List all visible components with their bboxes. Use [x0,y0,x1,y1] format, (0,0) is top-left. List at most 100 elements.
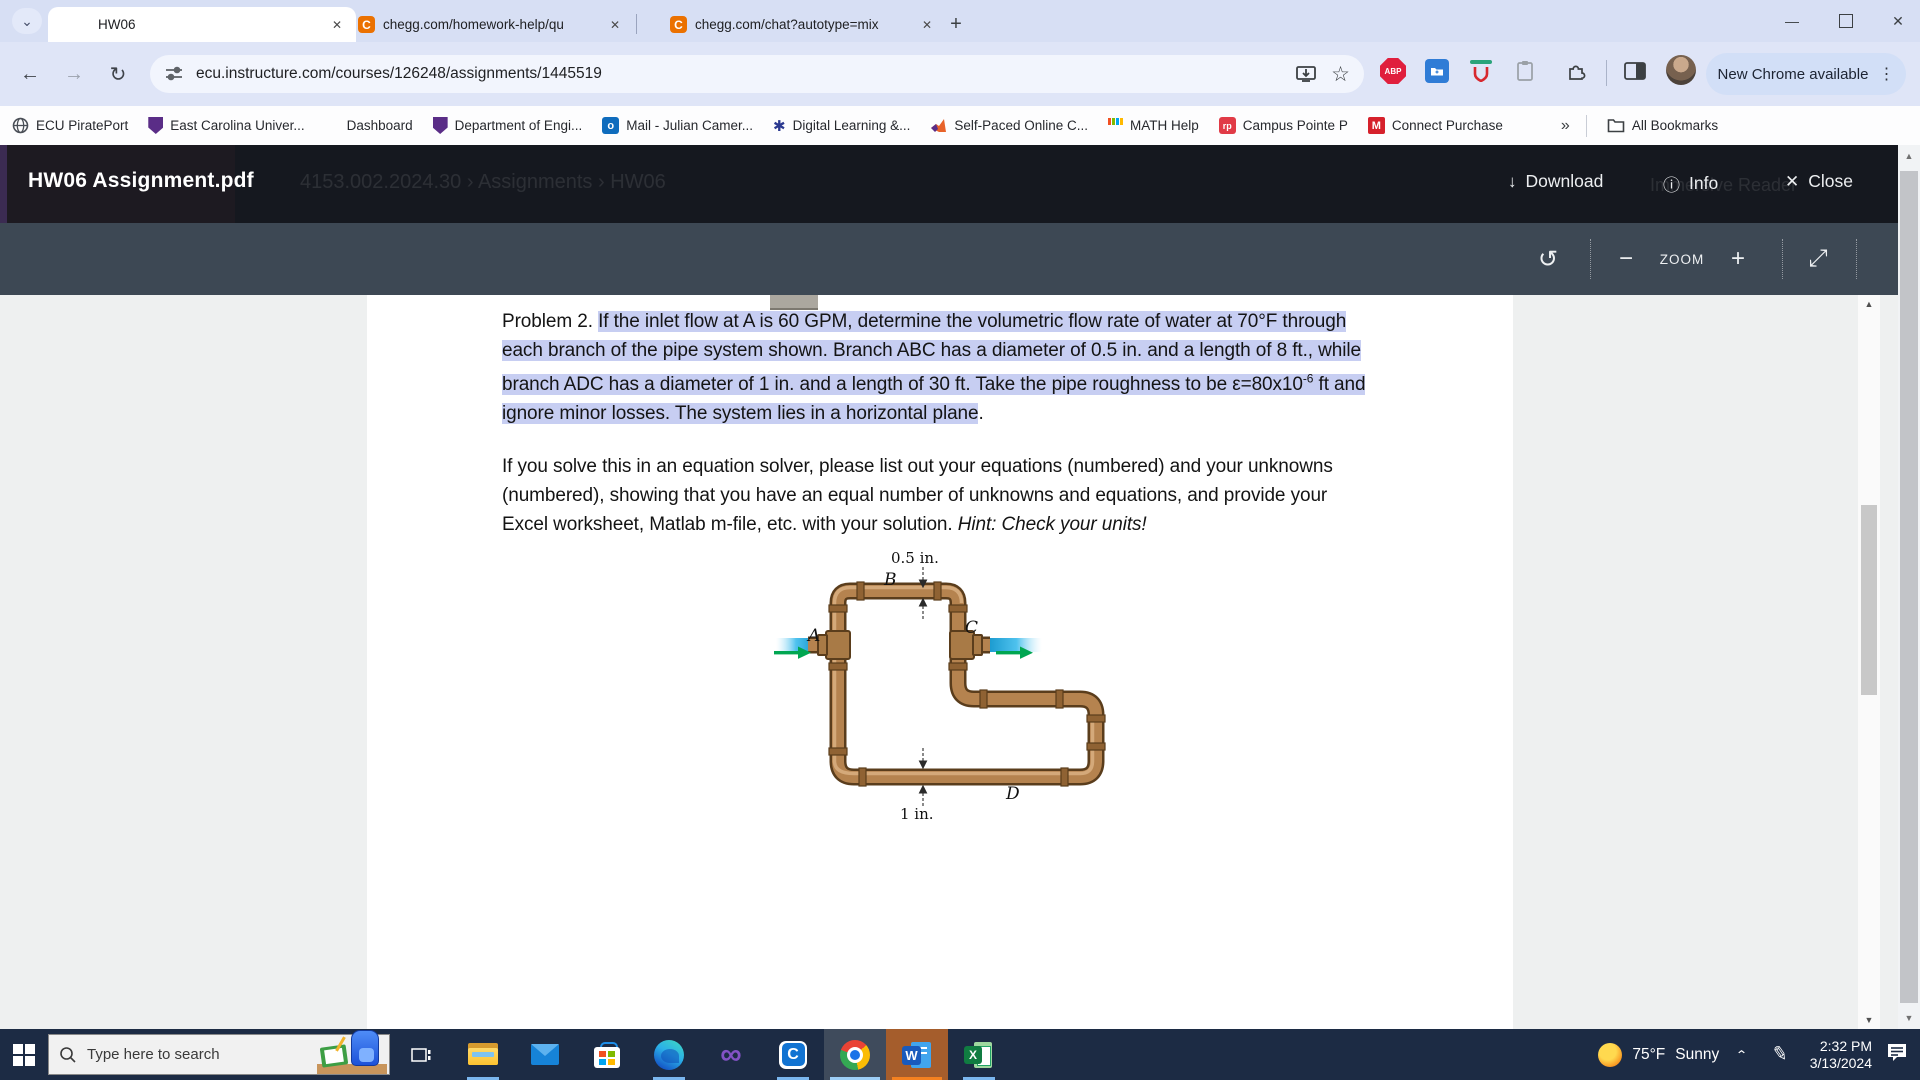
bookmark-label: Connect Purchase [1391,118,1503,133]
pdf-title: HW06 Assignment.pdf [28,169,254,192]
bookmark-ecu-pirateport[interactable]: ECU PiratePort [12,117,128,134]
reload-button[interactable]: ↻ [102,58,134,90]
microsoft-365-button[interactable]: ∞ [700,1029,762,1080]
info-button[interactable]: ⓘ Info [1663,171,1718,196]
bookmark-label: Mail - Julian Camer... [626,118,754,133]
download-icon: ↓ [1508,171,1517,191]
menu-dots-icon[interactable]: ⋮ [1878,64,1894,84]
extensions-puzzle-icon[interactable] [1562,56,1592,86]
browser-toolbar: ← → ↻ ecu.instructure.com/courses/126248… [0,42,1920,106]
bookmark-dept-engineering[interactable]: Department of Engi... [432,117,582,134]
pdf-viewer-area: Problem 2. If the inlet flow at A is 60 … [0,295,1904,1029]
excel-icon: X [964,1040,994,1070]
bookmark-self-paced[interactable]: Self-Paced Online C... [930,118,1088,133]
canvas-button[interactable]: C [762,1029,824,1080]
browser-scrollbar[interactable]: ▲ ▼ [1898,145,1920,1029]
pdf-header: 4153.002.2024.30 › Assignments › HW06 Im… [0,145,1904,223]
url-text[interactable]: ecu.instructure.com/courses/126248/assig… [196,65,1281,83]
word-button[interactable]: W [886,1029,948,1080]
chegg-favicon: C [670,16,687,33]
zoom-in-button[interactable]: + [1720,223,1756,295]
edge-icon [654,1039,684,1070]
adblock-extension-icon[interactable]: ABP [1378,56,1408,86]
highlighted-text: If the inlet flow at A is 60 GPM, determ… [598,311,1347,332]
minimize-button[interactable]: — [1772,6,1812,36]
text-line: each branch of the pipe system shown. Br… [502,336,1402,365]
tab-hw06[interactable]: HW06 ✕ [48,7,356,42]
tab-chegg-chat[interactable]: C chegg.com/chat?autotype=mix ✕ [660,7,946,42]
tray-overflow-chevron[interactable]: ⌃ [1735,1047,1748,1062]
bookmarks-overflow-chevron[interactable]: » [1561,117,1570,135]
scroll-up-icon[interactable]: ▲ [1858,299,1880,309]
bookmark-math-help[interactable]: MATH Help [1108,118,1199,133]
tab-close-icon[interactable]: ✕ [918,16,936,34]
tab-close-icon[interactable]: ✕ [328,16,346,34]
mail-button[interactable] [514,1029,576,1080]
maximize-icon [1839,14,1853,28]
chrome-update-button[interactable]: New Chrome available ⋮ [1706,53,1906,95]
bookmark-star-icon[interactable]: ☆ [1331,62,1350,87]
file-explorer-button[interactable] [452,1029,514,1080]
edge-button[interactable] [638,1029,700,1080]
bookmark-label: ECU PiratePort [36,118,129,133]
chrome-button[interactable] [824,1029,886,1080]
scroll-down-icon[interactable]: ▼ [1858,1015,1880,1025]
address-bar[interactable]: ecu.instructure.com/courses/126248/assig… [150,55,1364,93]
download-label: Download [1525,171,1604,191]
info-label: Info [1689,173,1719,193]
sun-icon [1598,1042,1623,1067]
new-tab-button[interactable]: + [942,10,970,38]
download-button[interactable]: ↓ Download [1508,171,1603,192]
task-view-button[interactable] [390,1029,452,1080]
maximize-button[interactable] [1826,6,1866,36]
close-window-button[interactable]: ✕ [1878,6,1918,36]
install-icon[interactable] [1295,64,1317,84]
action-center-button[interactable] [1886,1042,1908,1067]
search-highlight-decoration [317,1026,387,1074]
back-button[interactable]: ← [14,58,46,90]
bookmark-label: MATH Help [1130,118,1199,133]
bookmark-digital-learning[interactable]: ✱ Digital Learning &... [773,117,910,135]
bookmark-campus-pointe[interactable]: rp Campus Pointe P [1218,117,1348,134]
side-panel-icon[interactable] [1620,56,1650,86]
bookmark-dashboard[interactable]: Dashboard [347,118,413,133]
canvas-nav-edge [0,145,7,223]
clock[interactable]: 2:32 PM 3/13/2024 [1810,1038,1872,1072]
start-button[interactable] [0,1029,48,1080]
microsoft-store-button[interactable] [576,1029,638,1080]
toolbar-separator [1782,239,1783,279]
shield-extension-icon[interactable] [1466,56,1496,86]
rotate-button[interactable]: ↺ [1528,223,1568,295]
scroll-down-icon[interactable]: ▼ [1898,1013,1920,1023]
zoom-out-button[interactable]: − [1608,223,1644,295]
close-pdf-button[interactable]: ✕ Close [1785,171,1853,192]
profile-avatar[interactable] [1666,55,1696,85]
bookmark-label: Campus Pointe P [1242,118,1348,133]
tab-close-icon[interactable]: ✕ [606,16,624,34]
windows-ink-pen-icon[interactable]: ✎ [1770,1042,1790,1067]
tab-chegg-homework[interactable]: C chegg.com/homework-help/qu ✕ [348,7,634,42]
ecu-shield-icon [148,117,164,134]
pdf-scrollbar-thumb[interactable] [1861,505,1877,695]
bookmark-east-carolina[interactable]: East Carolina Univer... [148,117,305,134]
excel-button[interactable]: X [948,1029,1010,1080]
bookmark-connect-purchase[interactable]: M Connect Purchase [1367,117,1503,134]
site-settings-icon[interactable] [164,65,184,83]
bookmark-mail[interactable]: o Mail - Julian Camer... [602,117,753,134]
date: 3/13/2024 [1809,1054,1872,1071]
search-icon [60,1046,76,1063]
tab-search-button[interactable]: ⌄ [12,8,42,34]
forward-button[interactable]: → [58,58,90,90]
weather-condition: Sunny [1675,1045,1720,1063]
pdf-scrollbar[interactable]: ▲ ▼ [1858,295,1880,1029]
all-bookmarks-button[interactable]: All Bookmarks [1607,118,1718,133]
scroll-up-icon[interactable]: ▲ [1898,151,1920,161]
weather-widget[interactable]: 75°F Sunny [1598,1042,1720,1067]
taskbar-search-input[interactable]: Type here to search [48,1030,390,1075]
search-placeholder: Type here to search [87,1046,220,1063]
fullscreen-button[interactable]: ⤢ [1798,223,1838,295]
clipboard-extension-icon[interactable] [1510,56,1540,86]
tab-divider [636,14,637,34]
blue-folder-extension-icon[interactable] [1422,56,1452,86]
browser-scrollbar-thumb[interactable] [1900,171,1918,1003]
